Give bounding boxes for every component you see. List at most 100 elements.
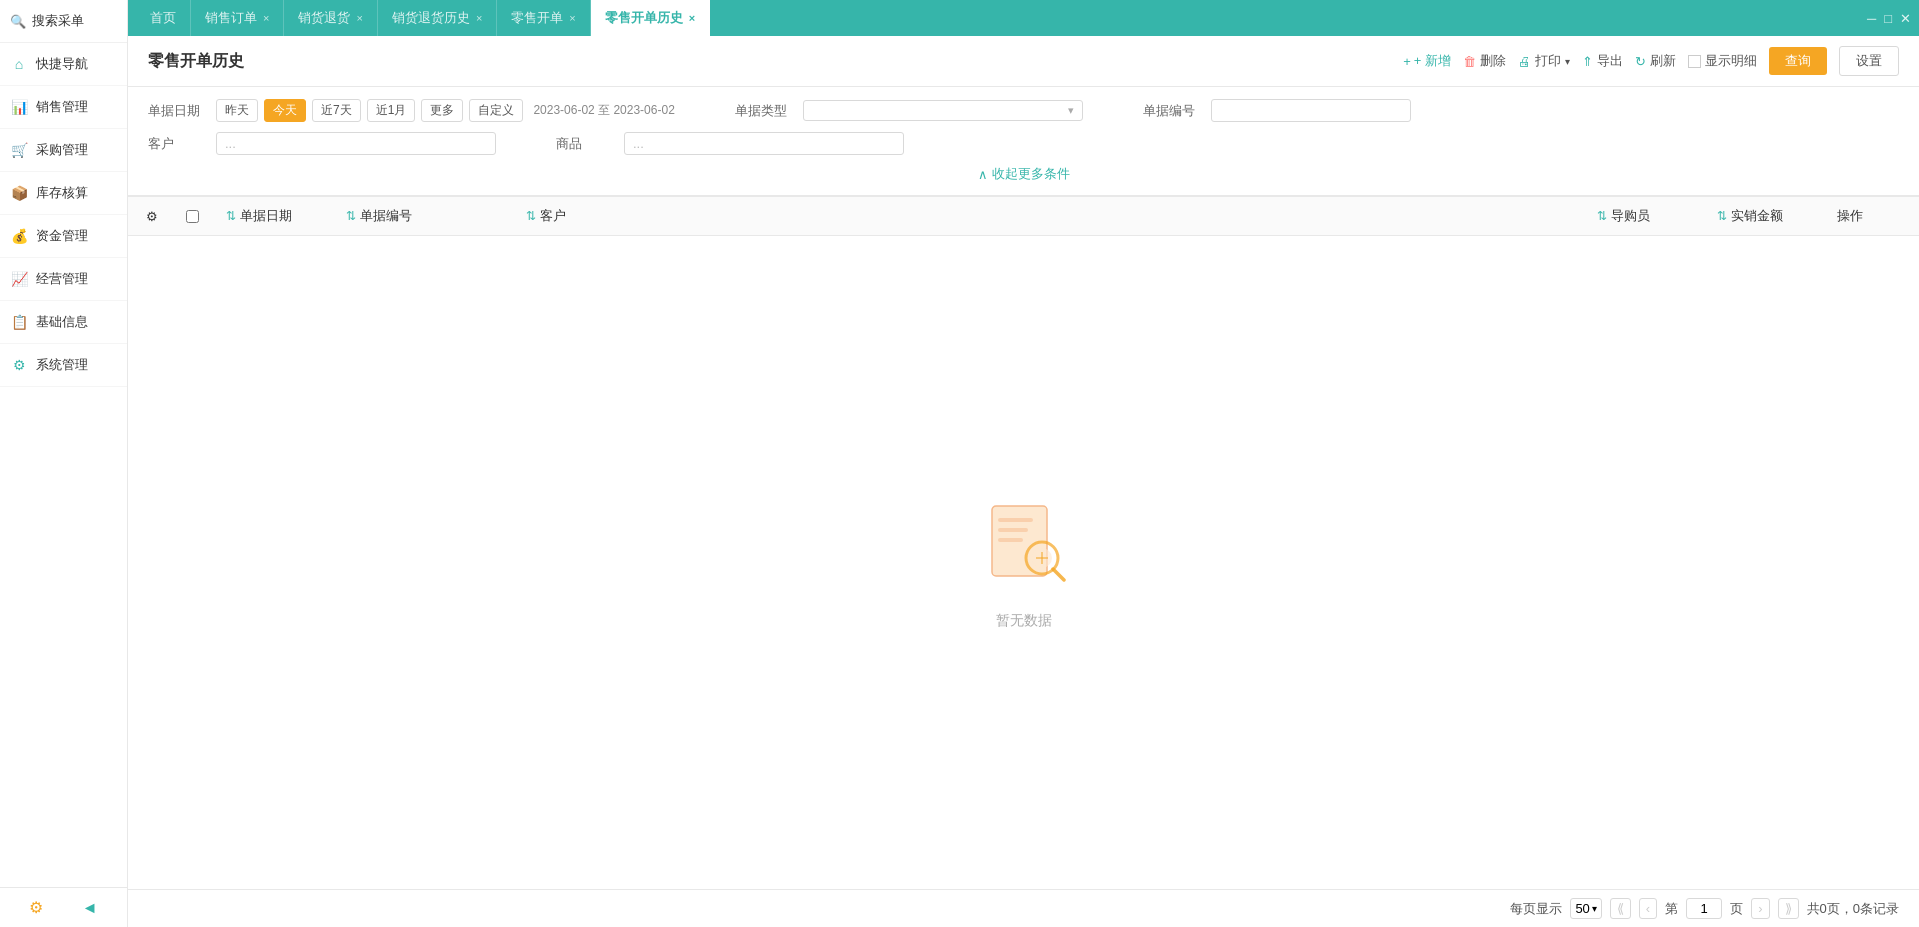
th-check[interactable] bbox=[178, 210, 218, 223]
date-filter-item: 单据日期 昨天 今天 近7天 近1月 更多 自定义 2023-06-02 至 2… bbox=[148, 99, 675, 122]
tab-retail-open-close[interactable]: × bbox=[569, 12, 575, 24]
date-filter-label: 单据日期 bbox=[148, 102, 208, 120]
date-btn-yesterday[interactable]: 昨天 bbox=[216, 99, 258, 122]
search-icon: 🔍 bbox=[10, 14, 26, 29]
goods-filter-item: 商品 ... bbox=[556, 132, 904, 155]
bill-type-select[interactable]: ▾ bbox=[803, 100, 1083, 121]
bill-type-filter-item: 单据类型 ▾ bbox=[735, 100, 1083, 121]
sort-date-icon[interactable]: ⇅ bbox=[226, 209, 236, 223]
th-guide-label: 导购员 bbox=[1611, 207, 1650, 225]
tab-home[interactable]: 首页 bbox=[136, 0, 191, 36]
sidebar-item-sys-mgmt[interactable]: ⚙ 系统管理 bbox=[0, 344, 127, 387]
page-size-select[interactable]: 50 ▾ bbox=[1570, 898, 1601, 919]
export-label: 导出 bbox=[1597, 52, 1623, 70]
restore-btn[interactable]: □ bbox=[1884, 11, 1892, 26]
delete-label: 删除 bbox=[1480, 52, 1506, 70]
sidebar-item-finance[interactable]: 💰 资金管理 bbox=[0, 215, 127, 258]
tab-retail-open-history-close[interactable]: × bbox=[689, 12, 695, 24]
table-header: ⚙ ⇅ 单据日期 ⇅ 单据编号 ⇅ 客户 ⇅ bbox=[128, 196, 1919, 236]
sidebar-item-inventory[interactable]: 📦 库存核算 bbox=[0, 172, 127, 215]
query-button[interactable]: 查询 bbox=[1769, 47, 1827, 75]
cart-icon: 🛒 bbox=[10, 141, 28, 159]
sidebar-item-label: 基础信息 bbox=[36, 313, 88, 331]
sidebar-item-purchase-mgmt[interactable]: 🛒 采购管理 bbox=[0, 129, 127, 172]
page-title: 零售开单历史 bbox=[148, 51, 244, 72]
tab-sales-return-history-close[interactable]: × bbox=[476, 12, 482, 24]
th-customer-label: 客户 bbox=[540, 207, 566, 225]
sort-customer-icon[interactable]: ⇅ bbox=[526, 209, 536, 223]
customer-label: 客户 bbox=[148, 135, 208, 153]
date-btn-today[interactable]: 今天 bbox=[264, 99, 306, 122]
date-btn-more[interactable]: 更多 bbox=[421, 99, 463, 122]
sidebar-item-sales-mgmt[interactable]: 📊 销售管理 bbox=[0, 86, 127, 129]
bill-number-filter-item: 单据编号 bbox=[1143, 99, 1411, 122]
customer-select[interactable]: ... bbox=[216, 132, 496, 155]
tab-retail-open-label: 零售开单 bbox=[511, 9, 563, 27]
select-all-checkbox[interactable] bbox=[186, 210, 199, 223]
th-amount-label: 实销金额 bbox=[1731, 207, 1783, 225]
show-detail-button[interactable]: 显示明细 bbox=[1688, 52, 1757, 70]
goods-label: 商品 bbox=[556, 135, 616, 153]
empty-illustration bbox=[974, 496, 1074, 596]
tab-bar-controls: ─ □ ✕ bbox=[1867, 11, 1911, 26]
goods-dots: ... bbox=[633, 136, 644, 151]
sidebar-search[interactable]: 🔍 搜索采单 bbox=[0, 0, 127, 43]
tab-sales-order-close[interactable]: × bbox=[263, 12, 269, 24]
table-area: ⚙ ⇅ 单据日期 ⇅ 单据编号 ⇅ 客户 ⇅ bbox=[128, 196, 1919, 927]
chart-icon: 📊 bbox=[10, 98, 28, 116]
chevron-up-icon: ∧ bbox=[978, 167, 988, 182]
prev-page-btn[interactable]: ‹ bbox=[1639, 898, 1657, 919]
tab-sales-order[interactable]: 销售订单 × bbox=[191, 0, 284, 36]
tab-sales-return-label: 销货退货 bbox=[298, 9, 350, 27]
tab-sales-return-close[interactable]: × bbox=[356, 12, 362, 24]
tab-retail-open[interactable]: 零售开单 × bbox=[497, 0, 590, 36]
svg-rect-2 bbox=[998, 528, 1028, 532]
bill-number-input[interactable] bbox=[1211, 99, 1411, 122]
delete-button[interactable]: 🗑 删除 bbox=[1463, 52, 1506, 70]
export-button[interactable]: ⇑ 导出 bbox=[1582, 52, 1623, 70]
page-number-input[interactable] bbox=[1686, 898, 1722, 919]
print-button[interactable]: 🖨 打印 ▾ bbox=[1518, 52, 1570, 70]
sidebar-item-basic-info[interactable]: 📋 基础信息 bbox=[0, 301, 127, 344]
page-label: 页 bbox=[1730, 900, 1743, 918]
setting-button[interactable]: 设置 bbox=[1839, 46, 1899, 76]
tab-sales-return[interactable]: 销货退货 × bbox=[284, 0, 377, 36]
goods-select[interactable]: ... bbox=[624, 132, 904, 155]
th-setting[interactable]: ⚙ bbox=[138, 209, 178, 224]
tab-retail-open-history[interactable]: 零售开单历史 × bbox=[591, 0, 710, 36]
last-page-btn[interactable]: ⟫ bbox=[1778, 898, 1799, 919]
page-size-value: 50 bbox=[1575, 901, 1589, 916]
settings-bottom-icon[interactable]: ⚙ bbox=[29, 898, 43, 917]
date-btn-custom[interactable]: 自定义 bbox=[469, 99, 523, 122]
collapse-label: 收起更多条件 bbox=[992, 165, 1070, 183]
date-shortcuts: 昨天 今天 近7天 近1月 更多 自定义 2023-06-02 至 2023-0… bbox=[216, 99, 675, 122]
sort-amount-icon[interactable]: ⇅ bbox=[1717, 209, 1727, 223]
next-page-btn[interactable]: › bbox=[1751, 898, 1769, 919]
sidebar-item-quick-nav[interactable]: ⌂ 快捷导航 bbox=[0, 43, 127, 86]
bill-type-label: 单据类型 bbox=[735, 102, 795, 120]
sidebar-item-label: 快捷导航 bbox=[36, 55, 88, 73]
print-label: 打印 bbox=[1535, 52, 1561, 70]
date-btn-1month[interactable]: 近1月 bbox=[367, 99, 416, 122]
date-btn-7days[interactable]: 近7天 bbox=[312, 99, 361, 122]
first-page-btn[interactable]: ⟪ bbox=[1610, 898, 1631, 919]
sidebar-item-label: 采购管理 bbox=[36, 141, 88, 159]
minimize-btn[interactable]: ─ bbox=[1867, 11, 1876, 26]
gear-icon: ⚙ bbox=[10, 356, 28, 374]
tab-home-label: 首页 bbox=[150, 9, 176, 27]
empty-state: 暂无数据 bbox=[128, 236, 1919, 889]
tab-sales-return-history-label: 销货退货历史 bbox=[392, 9, 470, 27]
sort-bill-icon[interactable]: ⇅ bbox=[346, 209, 356, 223]
customer-dots: ... bbox=[225, 136, 236, 151]
toolbar: + + 新增 🗑 删除 🖨 打印 ▾ ⇑ 导出 ↻ bbox=[1403, 46, 1899, 76]
refresh-button[interactable]: ↻ 刷新 bbox=[1635, 52, 1676, 70]
sidebar-item-label: 系统管理 bbox=[36, 356, 88, 374]
collapse-sidebar-icon[interactable]: ◄ bbox=[82, 899, 98, 917]
close-btn[interactable]: ✕ bbox=[1900, 11, 1911, 26]
collapse-filter-btn[interactable]: ∧ 收起更多条件 bbox=[148, 165, 1899, 183]
new-button[interactable]: + + 新增 bbox=[1403, 52, 1451, 70]
sidebar-item-ops-mgmt[interactable]: 📈 经营管理 bbox=[0, 258, 127, 301]
sort-guide-icon[interactable]: ⇅ bbox=[1597, 209, 1607, 223]
svg-rect-1 bbox=[998, 518, 1033, 522]
tab-sales-return-history[interactable]: 销货退货历史 × bbox=[378, 0, 497, 36]
